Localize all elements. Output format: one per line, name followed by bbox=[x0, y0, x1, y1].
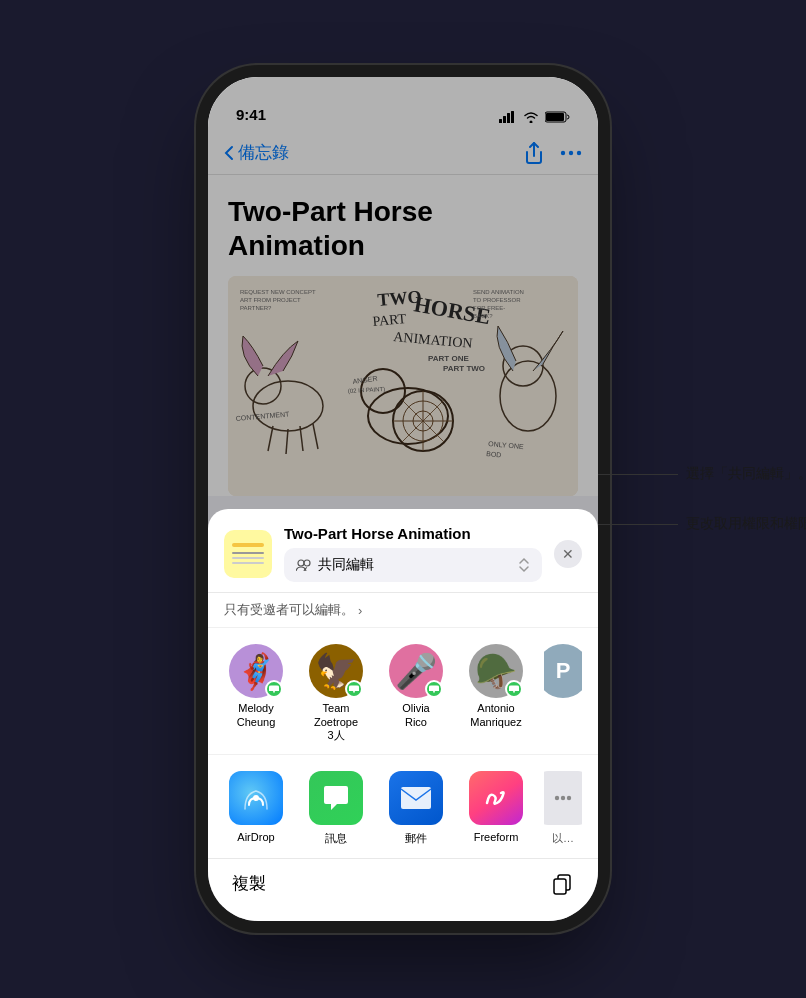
copy-button[interactable]: 複製 bbox=[232, 872, 266, 895]
collaborate-icon bbox=[296, 559, 312, 571]
freeform-symbol bbox=[481, 783, 511, 813]
bottom-bar: 複製 bbox=[208, 858, 598, 911]
person-antonio[interactable]: 🪖 AntonioManriquez bbox=[464, 644, 528, 742]
share-sheet: Two-Part Horse Animation 共同編輯 bbox=[208, 509, 598, 921]
annotation-text-1: 選擇「共同編輯」。 bbox=[686, 465, 806, 483]
person-name-olivia: OliviaRico bbox=[402, 702, 430, 728]
app-label-messages: 訊息 bbox=[325, 831, 347, 846]
permission-chevron: › bbox=[358, 603, 362, 618]
message-badge-olivia bbox=[425, 680, 443, 698]
people-row: 🦸‍♀️ MelodyCheung 🦅 Team Zoetrop bbox=[208, 628, 598, 755]
sheet-title-area: Two-Part Horse Animation 共同編輯 bbox=[284, 525, 542, 582]
close-button[interactable]: ✕ bbox=[554, 540, 582, 568]
app-label-freeform: Freeform bbox=[474, 831, 519, 843]
more-apps-icon bbox=[544, 771, 582, 825]
svg-point-46 bbox=[298, 560, 304, 566]
avatar-melody: 🦸‍♀️ bbox=[229, 644, 283, 698]
app-mail[interactable]: 郵件 bbox=[384, 771, 448, 846]
annotation-1: 選擇「共同編輯」。 bbox=[598, 465, 806, 483]
svg-point-51 bbox=[561, 796, 565, 800]
person-team[interactable]: 🦅 Team Zoetrope3人 bbox=[304, 644, 368, 742]
message-badge-team bbox=[345, 680, 363, 698]
app-label-mail: 郵件 bbox=[405, 831, 427, 846]
permission-text: 只有受邀者可以編輯。 bbox=[224, 601, 354, 619]
avatar-olivia: 🎤 bbox=[389, 644, 443, 698]
app-messages[interactable]: 訊息 bbox=[304, 771, 368, 846]
mail-icon bbox=[389, 771, 443, 825]
airdrop-icon bbox=[229, 771, 283, 825]
svg-rect-49 bbox=[401, 787, 431, 809]
avatar-antonio: 🪖 bbox=[469, 644, 523, 698]
airdrop-symbol bbox=[241, 783, 271, 813]
avatar-team: 🦅 bbox=[309, 644, 363, 698]
message-badge-melody bbox=[265, 680, 283, 698]
messages-icon bbox=[309, 771, 363, 825]
svg-point-50 bbox=[555, 796, 559, 800]
annotation-line-2 bbox=[598, 524, 678, 525]
freeform-icon bbox=[469, 771, 523, 825]
person-melody[interactable]: 🦸‍♀️ MelodyCheung bbox=[224, 644, 288, 742]
annotation-2: 更改取用權限和權限。 bbox=[598, 515, 806, 533]
collaborate-button[interactable]: 共同編輯 bbox=[284, 548, 542, 582]
svg-point-52 bbox=[567, 796, 571, 800]
person-olivia[interactable]: 🎤 OliviaRico bbox=[384, 644, 448, 742]
svg-point-47 bbox=[304, 560, 310, 566]
app-label-more: 以… bbox=[552, 831, 574, 846]
messages-symbol bbox=[321, 784, 351, 812]
annotation-text-2: 更改取用權限和權限。 bbox=[686, 515, 806, 533]
person-name-team: Team Zoetrope3人 bbox=[304, 702, 368, 742]
copy-icon[interactable] bbox=[550, 871, 574, 895]
avatar-partial: P bbox=[544, 644, 582, 698]
permission-line[interactable]: 只有受邀者可以編輯。 › bbox=[208, 593, 598, 628]
person-partial: P bbox=[544, 644, 582, 742]
apps-row: AirDrop 訊息 bbox=[208, 755, 598, 858]
chevron-updown-icon bbox=[518, 557, 530, 573]
mail-symbol bbox=[400, 786, 432, 810]
message-badge-antonio bbox=[505, 680, 523, 698]
app-label-airdrop: AirDrop bbox=[237, 831, 274, 843]
more-symbol bbox=[551, 786, 575, 810]
person-name-melody: MelodyCheung bbox=[237, 702, 276, 728]
app-airdrop[interactable]: AirDrop bbox=[224, 771, 288, 846]
note-icon bbox=[224, 530, 272, 578]
app-more[interactable]: 以… bbox=[544, 771, 582, 846]
collaborate-label: 共同編輯 bbox=[318, 556, 374, 574]
annotation-line-1 bbox=[598, 474, 678, 475]
sheet-header: Two-Part Horse Animation 共同編輯 bbox=[208, 509, 598, 593]
svg-rect-54 bbox=[554, 879, 566, 894]
person-name-antonio: AntonioManriquez bbox=[470, 702, 521, 728]
app-freeform[interactable]: Freeform bbox=[464, 771, 528, 846]
annotations: 選擇「共同編輯」。 更改取用權限和權限。 bbox=[598, 465, 806, 533]
sheet-note-title: Two-Part Horse Animation bbox=[284, 525, 542, 542]
phone-frame: 9:41 bbox=[208, 77, 598, 921]
